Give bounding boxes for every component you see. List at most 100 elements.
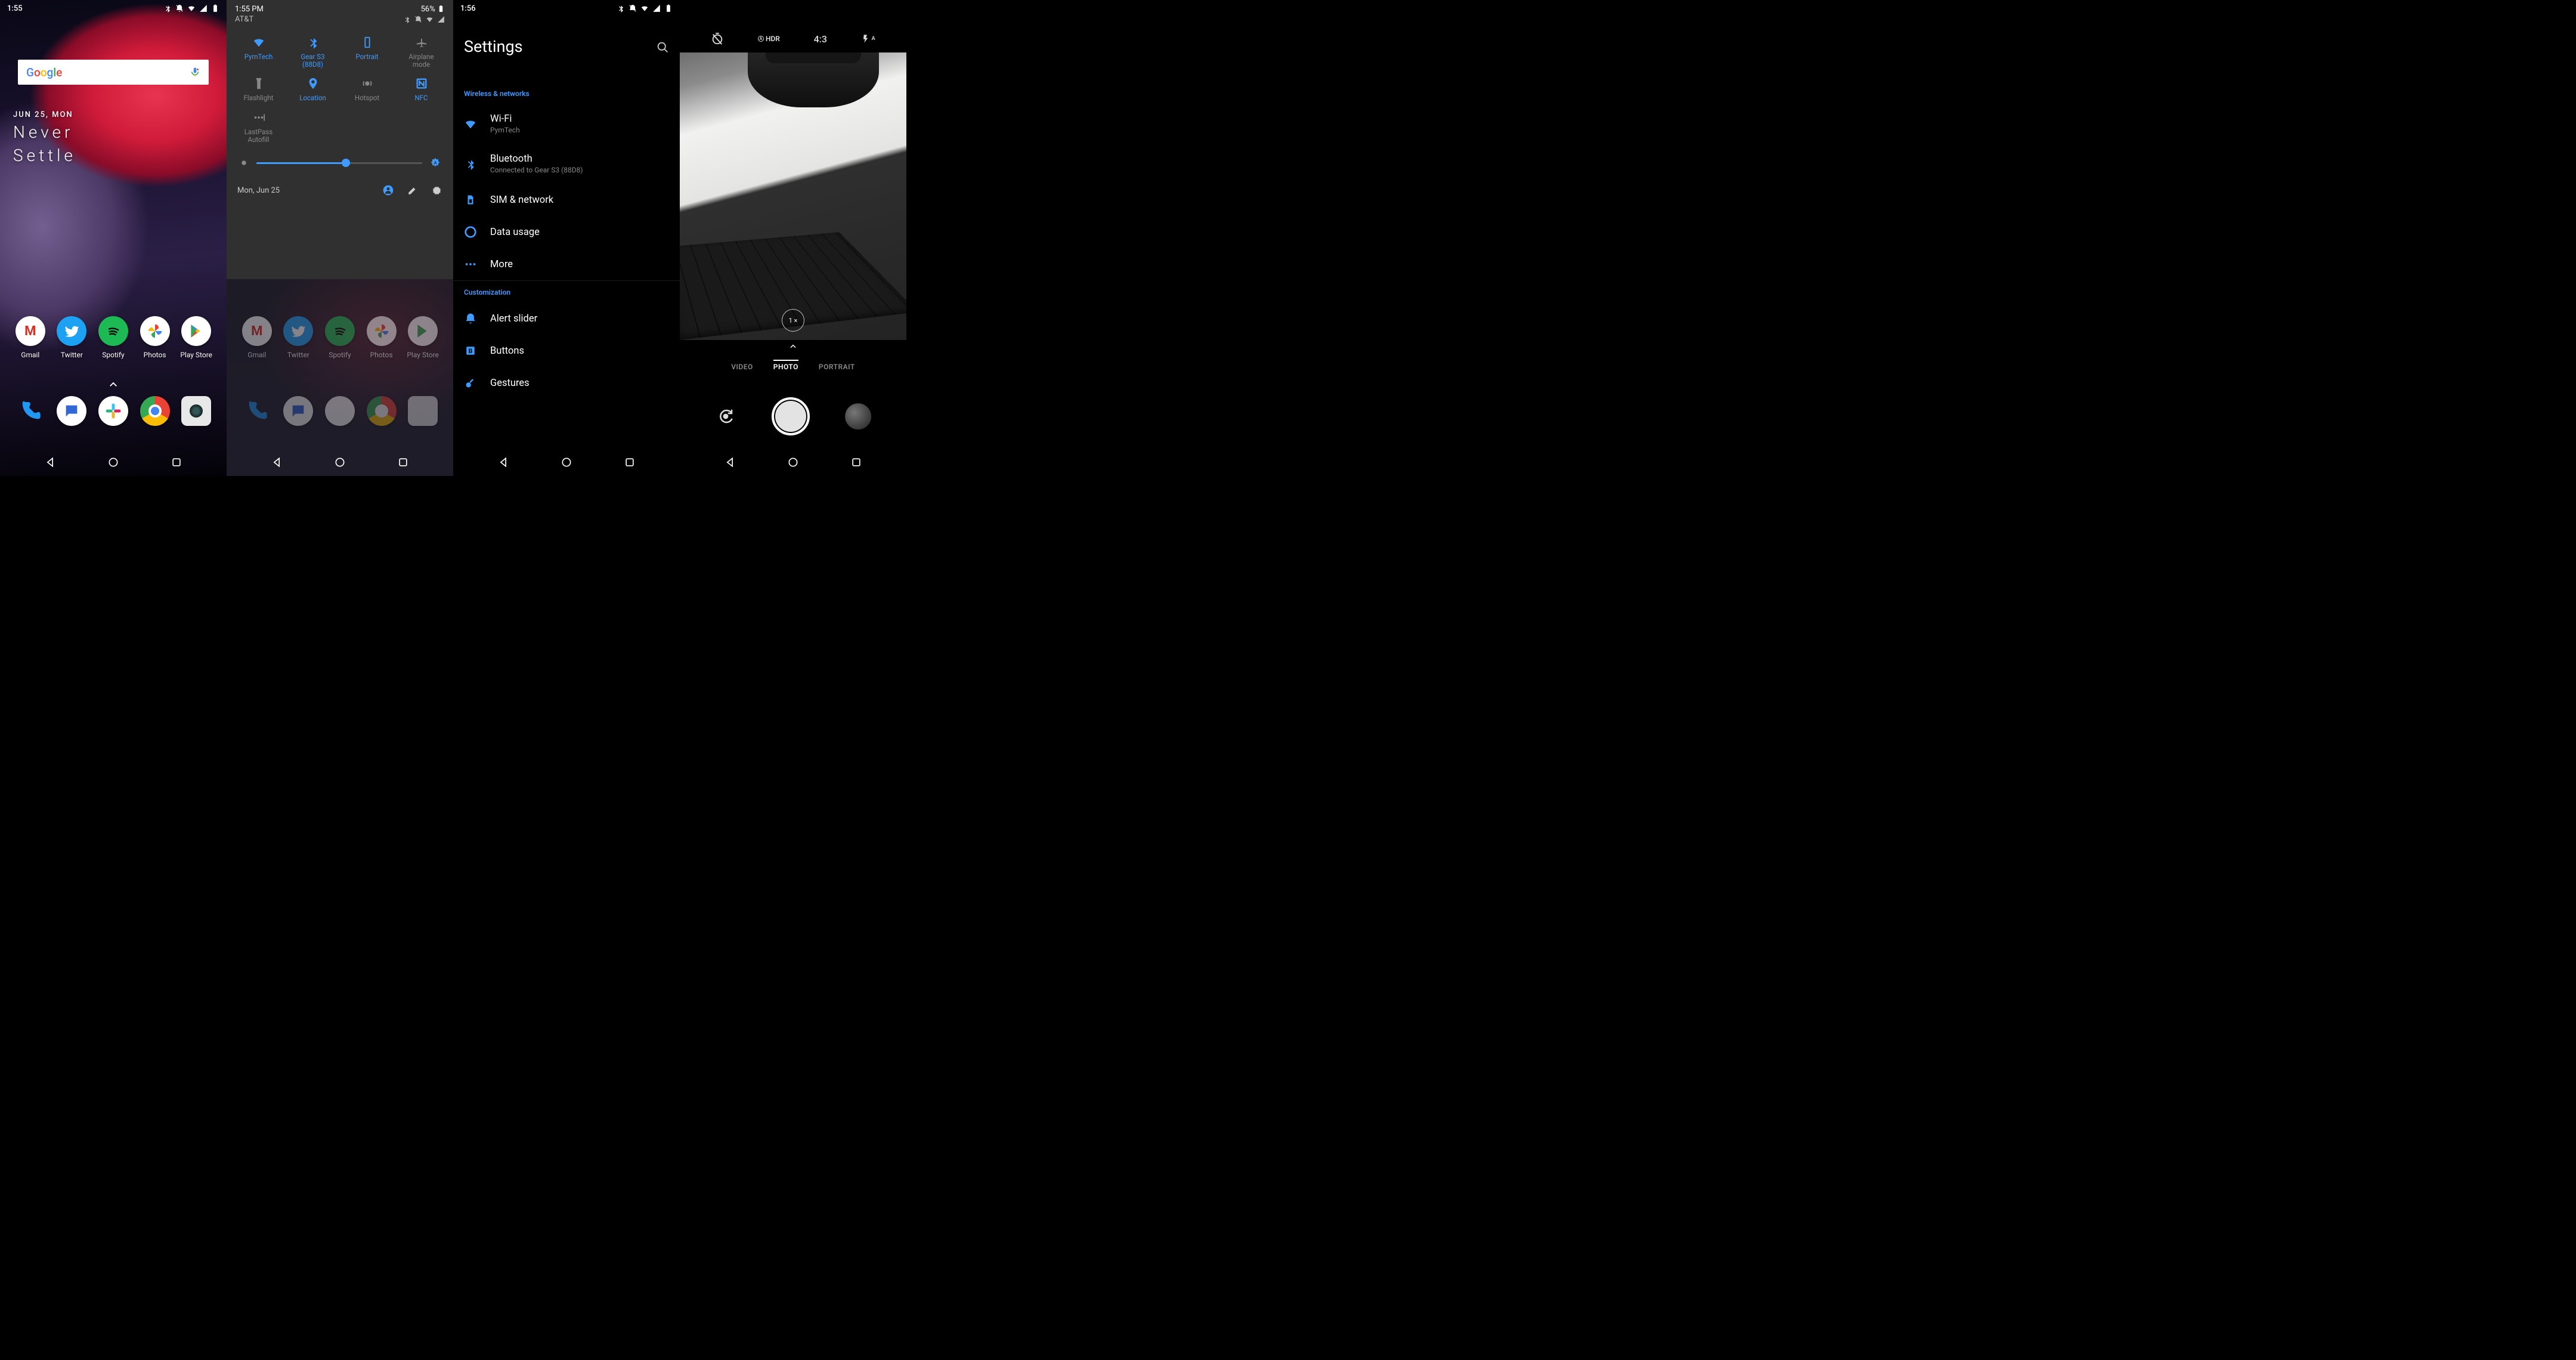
zoom-button[interactable]: 1 ×	[782, 309, 804, 332]
qs-tile-lastpass[interactable]: LastPass Autofill	[231, 111, 286, 144]
nav-recents-icon[interactable]	[850, 456, 862, 468]
flash-button[interactable]: A	[861, 33, 875, 45]
nav-recents-icon[interactable]	[171, 456, 182, 468]
signal-icon	[437, 16, 445, 23]
setting-wifi[interactable]: Wi-FiPymTech	[453, 104, 680, 144]
carrier-name: AT&T	[235, 15, 253, 24]
hdr-button[interactable]: AHDR	[758, 35, 780, 43]
nav-back-icon[interactable]	[724, 456, 736, 468]
battery-icon	[437, 5, 445, 13]
section-header-customization: Customization	[453, 280, 680, 302]
shutter-button[interactable]	[772, 397, 810, 435]
wifi-icon	[426, 16, 434, 23]
nav-home-icon[interactable]	[334, 456, 346, 468]
switch-camera-button[interactable]	[715, 406, 736, 427]
bluetooth-icon	[617, 4, 625, 13]
timer-button[interactable]	[711, 32, 724, 45]
setting-gestures[interactable]: Gestures	[453, 367, 680, 399]
nav-back-icon[interactable]	[271, 456, 283, 468]
qs-tile-grid: PymTech Gear S3 (88D8) Portrait Airplane…	[227, 30, 453, 144]
gallery-thumbnail[interactable]	[845, 403, 871, 429]
data-icon	[464, 225, 477, 239]
dock-phone[interactable]	[12, 396, 49, 426]
settings-title: Settings	[464, 37, 523, 56]
mode-video[interactable]: VIDEO	[731, 363, 753, 373]
nav-bar	[453, 449, 680, 476]
qs-tile-airplane[interactable]: Airplane mode	[394, 36, 448, 69]
app-spotify[interactable]: Spotify	[95, 316, 132, 359]
buttons-icon: B	[464, 344, 477, 357]
search-icon[interactable]	[657, 41, 669, 54]
switch-camera-icon	[717, 407, 735, 425]
qs-tile-nfc[interactable]: NFC	[394, 77, 448, 102]
nav-bar	[0, 449, 227, 476]
qs-battery: 56%	[421, 5, 435, 14]
status-bar: 1:56	[453, 0, 680, 17]
dock-chrome[interactable]	[137, 396, 174, 426]
nav-home-icon[interactable]	[561, 456, 572, 468]
dnd-icon	[175, 4, 184, 13]
flash-icon	[861, 33, 871, 45]
dock-camera[interactable]	[178, 396, 215, 426]
camera-top-bar: AHDR 4:3 A	[680, 26, 906, 51]
dock	[0, 396, 227, 426]
qs-tile-wifi[interactable]: PymTech	[231, 36, 286, 69]
bluetooth-icon	[403, 16, 411, 23]
setting-alert-slider[interactable]: Alert slider	[453, 302, 680, 335]
slider-track[interactable]	[256, 162, 422, 164]
app-photos[interactable]: Photos	[137, 316, 174, 359]
quick-settings-panel: 1:55 PM 56% AT&T PymTech Gear S3 (88D8) …	[227, 0, 453, 279]
google-search-bar[interactable]: Google	[18, 60, 209, 85]
dock-messages[interactable]	[53, 396, 90, 426]
status-icons	[163, 4, 219, 13]
app-gmail[interactable]: MGmail	[12, 316, 49, 359]
qs-tile-rotation[interactable]: Portrait	[340, 36, 394, 69]
nav-home-icon[interactable]	[787, 456, 799, 468]
dock-slack[interactable]	[95, 396, 132, 426]
dimmed-background: MGmail Twitter Spotify Photos Play Store	[227, 279, 453, 476]
dnd-icon	[628, 4, 637, 13]
timer-off-icon	[711, 32, 724, 45]
ratio-button[interactable]: 4:3	[814, 33, 827, 45]
camera-mode-tabs: VIDEO PHOTO PORTRAIT	[680, 363, 906, 373]
gear-icon[interactable]	[431, 185, 442, 196]
edit-icon[interactable]	[407, 185, 418, 196]
camera-viewfinder[interactable]: 1 ×	[680, 52, 906, 340]
brightness-auto-icon[interactable]: A	[429, 157, 441, 169]
more-icon	[464, 258, 477, 271]
nav-recents-icon[interactable]	[624, 456, 636, 468]
setting-sim[interactable]: SIM & network	[453, 184, 680, 216]
setting-data-usage[interactable]: Data usage	[453, 216, 680, 248]
app-drawer-arrow-icon[interactable]	[108, 379, 119, 390]
battery-icon	[211, 4, 219, 13]
setting-bluetooth[interactable]: BluetoothConnected to Gear S3 (88D8)	[453, 144, 680, 184]
mic-icon[interactable]	[190, 67, 200, 78]
app-twitter[interactable]: Twitter	[53, 316, 90, 359]
signal-icon	[652, 4, 661, 13]
brightness-slider[interactable]: A	[227, 144, 453, 169]
wifi-icon	[640, 4, 649, 13]
mode-portrait[interactable]: PORTRAIT	[819, 363, 855, 373]
date-widget[interactable]: JUN 25, MON Never Settle	[13, 110, 76, 166]
user-icon[interactable]	[382, 184, 394, 196]
qs-tile-bluetooth[interactable]: Gear S3 (88D8)	[286, 36, 340, 69]
bell-icon	[464, 312, 477, 325]
qs-tile-flashlight[interactable]: Flashlight	[231, 77, 286, 102]
status-bar: 1:55	[0, 0, 227, 17]
mode-photo[interactable]: PHOTO	[773, 360, 798, 373]
quick-settings-screen: 1:55 PM 56% AT&T PymTech Gear S3 (88D8) …	[227, 0, 453, 476]
nav-recents-icon[interactable]	[397, 456, 409, 468]
nav-home-icon[interactable]	[107, 456, 119, 468]
nav-back-icon[interactable]	[44, 456, 56, 468]
qs-tile-location[interactable]: Location	[286, 77, 340, 102]
setting-more[interactable]: More	[453, 248, 680, 280]
qs-tile-hotspot[interactable]: Hotspot	[340, 77, 394, 102]
setting-buttons[interactable]: B Buttons	[453, 335, 680, 367]
brightness-low-icon	[239, 157, 249, 168]
chevron-up-icon[interactable]	[788, 342, 798, 351]
nav-back-icon[interactable]	[497, 456, 509, 468]
app-playstore[interactable]: Play Store	[178, 316, 215, 359]
status-time: 1:56	[460, 4, 476, 13]
settings-list[interactable]: Wireless & networks Wi-FiPymTech Bluetoo…	[453, 82, 680, 449]
bluetooth-icon	[163, 4, 172, 13]
